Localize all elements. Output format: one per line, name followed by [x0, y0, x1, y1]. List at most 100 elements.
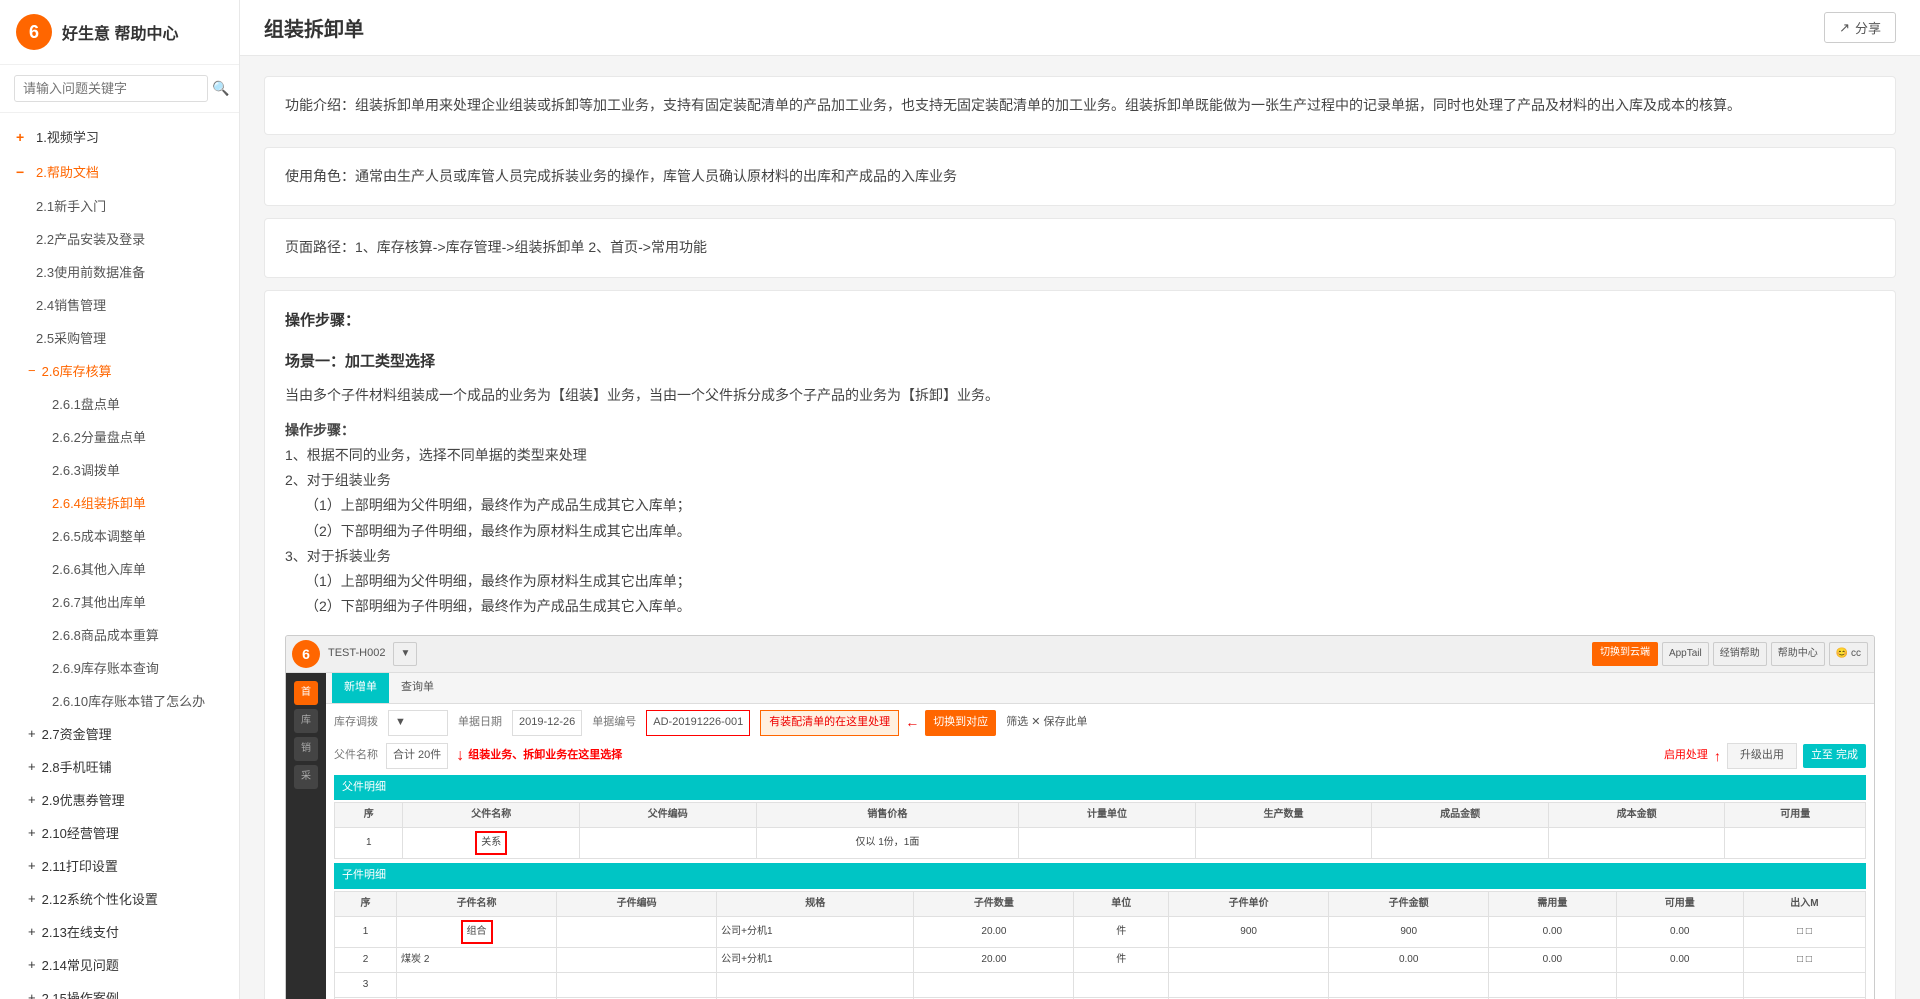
mock-th: 成本金额	[1548, 803, 1725, 828]
mock-td	[557, 917, 717, 948]
mock-th: 成品金额	[1372, 803, 1549, 828]
mock-top-table: 序 父件名称 父件编码 销售价格 计量单位 生产数量 成品金额 成本金额 可用量	[334, 802, 1866, 859]
sidebar-item-inv268[interactable]: 2.6.8商品成本重算	[0, 618, 239, 651]
mock-app-name: TEST-H002	[328, 644, 385, 664]
main-content: 组装拆卸单 ↗ 分享 功能介绍：组装拆卸单用来处理企业组装或拆卸等加工业务，支持…	[240, 0, 1920, 999]
mock-enable-field: 升级出用	[1727, 743, 1797, 769]
mock-th: 销售价格	[756, 803, 1019, 828]
mock-top-user: 😊 cc	[1829, 642, 1868, 666]
sidebar-item-inv266[interactable]: 2.6.6其他入库单	[0, 552, 239, 585]
mock-tab-bar: 新增单 查询单	[326, 673, 1874, 704]
sidebar-item-data[interactable]: 2.3使用前数据准备	[0, 255, 239, 288]
sidebar-item-mobile[interactable]: + 2.8手机旺铺	[0, 750, 239, 783]
payment-expand-icon: +	[28, 924, 36, 939]
screenshot-mockup: 6 TEST-H002 ▼ 切换到云端 AppTail 经销帮助 帮助中心 😊 …	[285, 635, 1875, 999]
mock-td: 仅以 1份，1面	[756, 828, 1019, 859]
mock-td: 件	[1074, 948, 1169, 973]
step2a: （1）上部明细为父件明细，最终作为产成品生成其它入库单；	[305, 493, 1875, 518]
sidebar-item-sales[interactable]: 2.4销售管理	[0, 288, 239, 321]
mock-td	[1329, 973, 1489, 998]
mock-th: 子件金额	[1329, 892, 1489, 917]
sidebar-item-inv267[interactable]: 2.6.7其他出库单	[0, 585, 239, 618]
mock-tab-new[interactable]: 新增单	[332, 673, 389, 703]
mock-nav-icon4: 采	[294, 765, 318, 789]
faq-expand-icon: +	[28, 957, 36, 972]
path-card: 页面路径：1、库存核算->库存管理->组装拆卸单 2、首页->常用功能	[264, 218, 1896, 277]
sidebar-item-faq[interactable]: + 2.14常见问题	[0, 948, 239, 981]
mock-td	[1548, 828, 1725, 859]
mock-th: 可用量	[1616, 892, 1743, 917]
search-button[interactable]: 🔍	[208, 76, 233, 101]
role-text: 使用角色：通常由生产人员或库管人员完成拆装业务的操作，库管人员确认原材料的出库和…	[285, 164, 1875, 189]
mock-th: 子件名称	[397, 892, 557, 917]
step3: 3、对于拆装业务	[285, 544, 1875, 569]
mock-annotation1-text: 有装配清单的在这里处理	[760, 710, 899, 736]
steps-subtitle: 操作步骤：	[285, 418, 1875, 443]
sidebar-item-settings[interactable]: + 2.12系统个性化设置	[0, 882, 239, 915]
sidebar-item-coupon[interactable]: + 2.9优惠券管理	[0, 783, 239, 816]
mock-td: 0.00	[1616, 948, 1743, 973]
logo-area: 6 好生意 帮助中心	[0, 0, 239, 65]
share-button[interactable]: ↗ 分享	[1824, 12, 1896, 43]
steps-card: 操作步骤： 场景一：加工类型选择 当由多个子件材料组装成一个成品的业务为【组装】…	[264, 290, 1896, 999]
mock-top-icon3: 帮助中心	[1771, 642, 1825, 666]
sidebar-item-purchase[interactable]: 2.5采购管理	[0, 321, 239, 354]
sidebar-item-inv262[interactable]: 2.6.2分量盘点单	[0, 420, 239, 453]
sidebar-item-video[interactable]: + 1.视频学习	[0, 119, 239, 154]
mock-td: 件	[1074, 917, 1169, 948]
sidebar-item-inv2610[interactable]: 2.6.10库存账本错了怎么办	[0, 684, 239, 717]
mock-th: 出入M	[1743, 892, 1865, 917]
sidebar-item-ops[interactable]: + 2.10经营管理	[0, 816, 239, 849]
sidebar-item-inv261[interactable]: 2.6.1盘点单	[0, 387, 239, 420]
mock-th: 子件单价	[1169, 892, 1329, 917]
mock-td-red: 组合	[461, 920, 493, 944]
mock-td	[1489, 973, 1616, 998]
sidebar-item-inventory[interactable]: − 2.6库存核算	[0, 354, 239, 387]
nav-label: 2.9优惠券管理	[42, 790, 125, 809]
mock-annotation1-arrow: ←	[905, 710, 919, 735]
mock-label-qty: 父件名称	[334, 746, 378, 766]
nav-list: + 1.视频学习 − 2.帮助文档 2.1新手入门 2.2产品安装及登录 2.3…	[0, 113, 239, 999]
sidebar-item-inv269[interactable]: 2.6.9库存账本查询	[0, 651, 239, 684]
intro-card: 功能介绍：组装拆卸单用来处理企业组装或拆卸等加工业务，支持有固定装配清单的产品加…	[264, 76, 1896, 135]
search-box: 🔍	[0, 65, 239, 113]
mock-form-row2: 父件名称 合计 20件 ↓ 组装业务、拆卸业务在这里选择 启用处理 ↑	[334, 742, 1866, 771]
scenario1-desc: 当由多个子件材料组装成一个成品的业务为【组装】业务，当由一个父件拆分成多个子产品…	[285, 383, 1875, 408]
mock-td: 组合	[397, 917, 557, 948]
sidebar-item-print[interactable]: + 2.11打印设置	[0, 849, 239, 882]
logo-title: 好生意 帮助中心	[62, 20, 178, 44]
sidebar-item-inv264[interactable]: 2.6.4组装拆卸单	[0, 486, 239, 519]
mock-td-highlighted: 关系	[475, 831, 507, 855]
sidebar-item-newcomer[interactable]: 2.1新手入门	[0, 189, 239, 222]
step2b: （2）下部明细为子件明细，最终作为原材料生成其它出库单。	[305, 519, 1875, 544]
sidebar-item-payment[interactable]: + 2.13在线支付	[0, 915, 239, 948]
mock-td	[1195, 828, 1372, 859]
mock-td	[1169, 948, 1329, 973]
sidebar-item-docs[interactable]: − 2.帮助文档	[0, 154, 239, 189]
mock-annotation3-text: 启用处理	[1664, 746, 1708, 766]
mock-td	[557, 948, 717, 973]
nav-label: 2.8手机旺铺	[42, 757, 112, 776]
mock-td	[1616, 973, 1743, 998]
mock-table-row: 2 煤炭 2 公司+分机1 20.00 件 0.00 0.00	[335, 948, 1866, 973]
sidebar-item-inv263[interactable]: 2.6.3调拨单	[0, 453, 239, 486]
step3a: （1）上部明细为父件明细，最终作为原材料生成其它出库单；	[305, 569, 1875, 594]
sidebar-item-finance[interactable]: + 2.7资金管理	[0, 717, 239, 750]
sidebar-item-install[interactable]: 2.2产品安装及登录	[0, 222, 239, 255]
share-icon: ↗	[1839, 20, 1850, 36]
search-input[interactable]	[14, 75, 208, 102]
mock-table-row: 1 组合 公司+分机1 20.00 件 900	[335, 917, 1866, 948]
mock-nav-icon3: 销	[294, 737, 318, 761]
mock-tab-query[interactable]: 查询单	[389, 673, 446, 703]
coupon-expand-icon: +	[28, 792, 36, 807]
top-bar: 组装拆卸单 ↗ 分享	[240, 0, 1920, 56]
nav-label: 2.帮助文档	[36, 162, 99, 181]
mock-table-row: 3	[335, 973, 1866, 998]
logo-icon: 6	[16, 14, 52, 50]
sidebar-item-inv265[interactable]: 2.6.5成本调整单	[0, 519, 239, 552]
mock-logo: 6	[292, 640, 320, 668]
sidebar-item-cases[interactable]: + 2.15操作案例	[0, 981, 239, 999]
mock-th: 序	[335, 803, 403, 828]
mock-th: 子件编码	[557, 892, 717, 917]
mock-td	[914, 973, 1074, 998]
